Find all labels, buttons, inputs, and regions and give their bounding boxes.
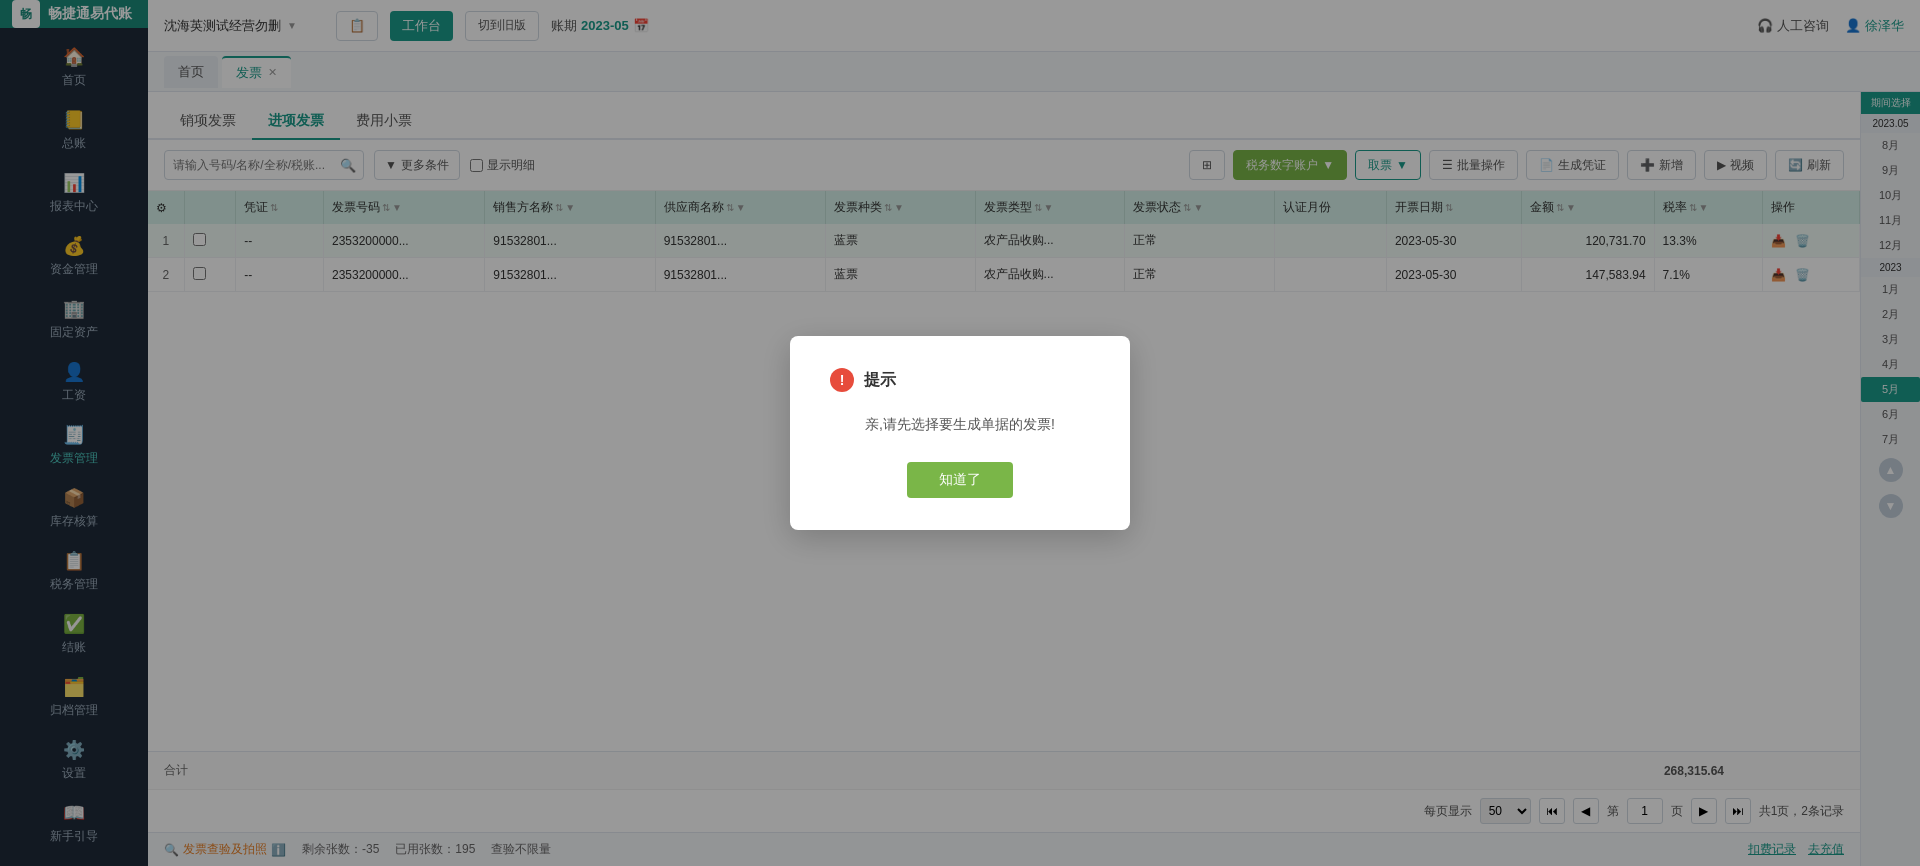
modal-footer: 知道了 — [830, 462, 1090, 498]
modal-box: ! 提示 亲,请先选择要生成单据的发票! 知道了 — [790, 336, 1130, 530]
modal-warning-icon: ! — [830, 368, 854, 392]
modal-title-row: ! 提示 — [830, 368, 1090, 392]
modal-confirm-btn[interactable]: 知道了 — [907, 462, 1013, 498]
modal-message: 亲,请先选择要生成单据的发票! — [830, 416, 1090, 434]
modal-title: 提示 — [864, 370, 896, 391]
modal-overlay: ! 提示 亲,请先选择要生成单据的发票! 知道了 — [0, 0, 1920, 866]
